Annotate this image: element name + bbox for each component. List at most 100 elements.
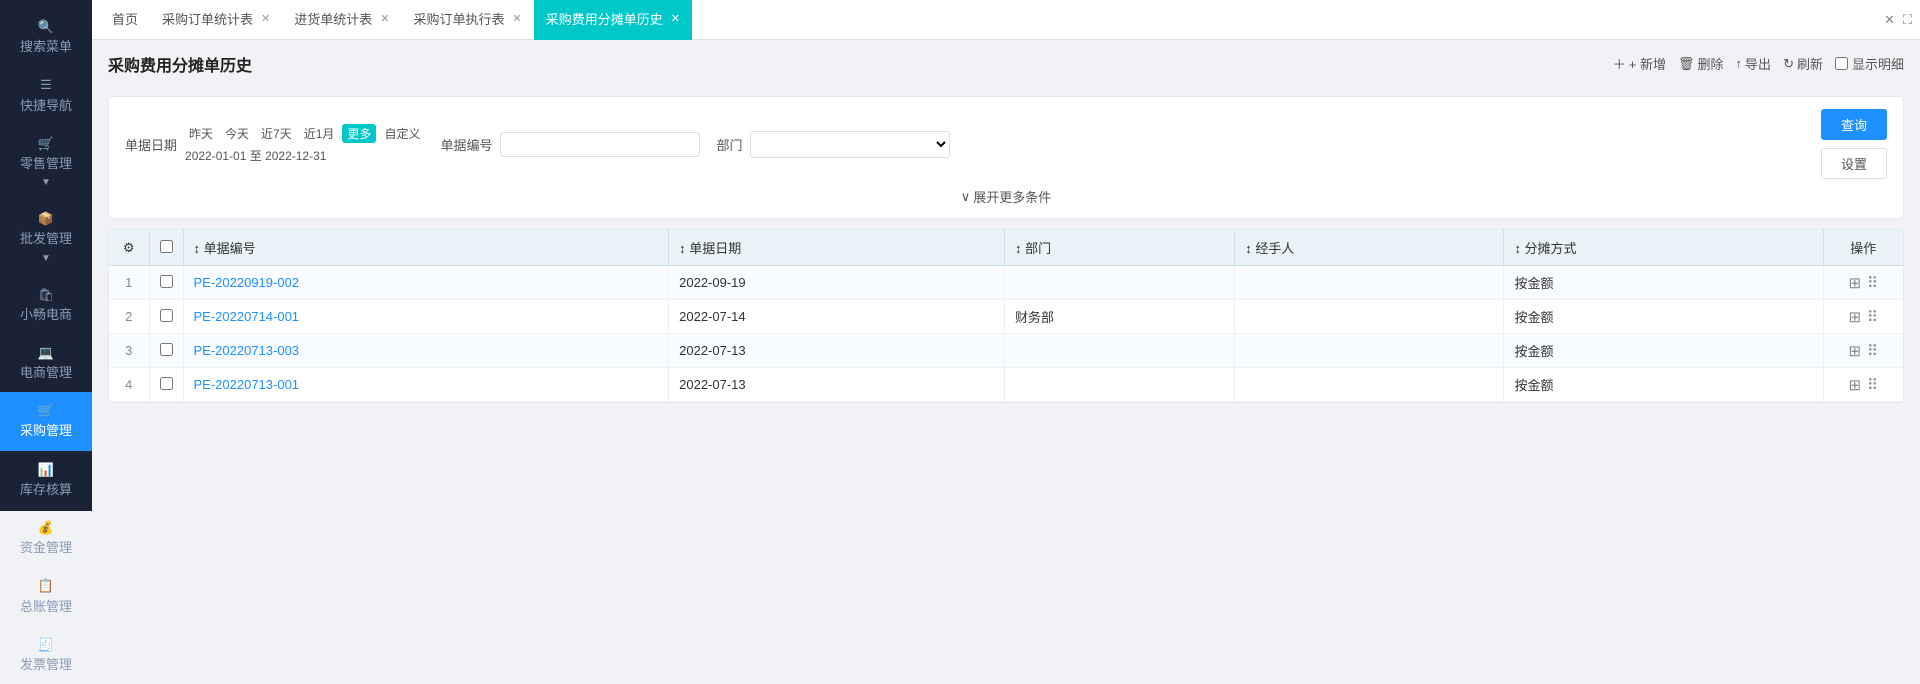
tab-actions: ✕ ⛶: [1884, 12, 1912, 28]
delete-button[interactable]: 🗑 删除: [1678, 54, 1724, 73]
refresh-button[interactable]: ↻ 刷新: [1783, 54, 1823, 73]
sidebar-item-ecom2[interactable]: 💻 电商管理: [0, 334, 92, 392]
date-range-text: 2022-01-01 至 2022-12-31: [185, 147, 424, 164]
row-4-dept: [1004, 368, 1234, 402]
row-2-view-icon[interactable]: ⊞: [1848, 308, 1861, 326]
sidebar-item-ledger-label: 总账管理: [4, 598, 88, 616]
row-4-view-icon[interactable]: ⊞: [1848, 376, 1861, 394]
date-field: 单据日期 昨天 今天 近7天 近1月 更多 自定义 2022-01-01 至 2…: [125, 124, 424, 164]
row-2-select[interactable]: [160, 309, 173, 322]
row-3-method: 按金额: [1504, 334, 1823, 368]
search-panel: 单据日期 昨天 今天 近7天 近1月 更多 自定义 2022-01-01 至 2…: [108, 96, 1904, 219]
tab-inbound-stats[interactable]: 进货单统计表 ✕: [282, 0, 401, 40]
ecom2-icon: 💻: [38, 345, 54, 360]
sidebar-item-inventory-label: 库存核算: [4, 481, 88, 499]
finance-icon: 💰: [38, 520, 54, 535]
chevron-down-icon: ▼: [41, 177, 51, 188]
table-row: 2 PE-20220714-001 2022-07-14 财务部 按金额 ⊞ ⠿: [109, 300, 1903, 334]
wholesale-icon: 📦: [38, 211, 54, 226]
sidebar-item-ledger[interactable]: 📋 总账管理: [0, 567, 92, 625]
tab-cost-split-history[interactable]: 采购费用分摊单历史 ✕: [534, 0, 692, 40]
content-inner: 采购费用分摊单历史 ＋ + 新增 🗑 删除 ↑ 导出 ↻: [92, 40, 1920, 511]
tab-home-label: 首页: [112, 9, 138, 28]
date-option-7days[interactable]: 近7天: [257, 124, 296, 143]
export-button[interactable]: ↑ 导出: [1736, 54, 1772, 73]
setting-button[interactable]: 设置: [1821, 148, 1887, 179]
row-3-dept: [1004, 334, 1234, 368]
data-table: ⚙ ↕ 单据编号 ↕ 单据日期 ↕ 部门 ↕ 经手人 ↕ 分摊方式 操作 1: [109, 230, 1903, 402]
add-button[interactable]: ＋ + 新增: [1613, 54, 1666, 73]
delete-label: 删除: [1698, 54, 1724, 73]
tab-purchase-exec[interactable]: 采购订单执行表 ✕: [401, 0, 533, 40]
tab-inbound-stats-close[interactable]: ✕: [380, 12, 389, 25]
tab-purchase-stats[interactable]: 采购订单统计表 ✕: [150, 0, 282, 40]
row-1-view-icon[interactable]: ⊞: [1848, 274, 1861, 292]
refresh-icon: ↻: [1783, 56, 1794, 72]
row-1-more-icon[interactable]: ⠿: [1867, 274, 1878, 292]
row-1-order-link[interactable]: PE-20220919-002: [194, 275, 300, 290]
show-cols-checkbox[interactable]: 显示明细: [1835, 54, 1904, 73]
sidebar-item-ecom1-label: 小畅电商: [4, 306, 88, 324]
row-1-handler: [1235, 266, 1504, 300]
dept-field: 部门 财务部: [716, 131, 950, 158]
row-2-order-link[interactable]: PE-20220714-001: [194, 309, 300, 324]
show-cols-input[interactable]: [1835, 57, 1848, 70]
date-option-1month[interactable]: 近1月: [300, 124, 339, 143]
sidebar-item-ecom1[interactable]: 🛍 小畅电商: [0, 276, 92, 334]
tab-restore-btn[interactable]: ⛶: [1903, 12, 1912, 28]
date-option-more[interactable]: 更多: [342, 124, 376, 143]
expand-more-btn[interactable]: ∨ 展开更多条件: [961, 187, 1052, 206]
dept-select[interactable]: 财务部: [750, 131, 950, 158]
sidebar-item-finance[interactable]: 💰 资金管理: [0, 509, 92, 567]
sidebar-item-wholesale[interactable]: 📦 批发管理 ▼: [0, 200, 92, 275]
row-4-action-icons: ⊞ ⠿: [1834, 376, 1894, 394]
row-1-select[interactable]: [160, 275, 173, 288]
sidebar-item-ecom2-label: 电商管理: [4, 364, 88, 382]
invoice-icon: 🧾: [38, 637, 54, 652]
sidebar-item-invoice[interactable]: 🧾 发票管理: [0, 626, 92, 684]
sidebar-item-inventory[interactable]: 📊 库存核算: [0, 451, 92, 509]
row-4-action: ⊞ ⠿: [1823, 368, 1903, 402]
add-label: + 新增: [1629, 54, 1666, 73]
tab-purchase-stats-close[interactable]: ✕: [261, 12, 270, 25]
date-option-today[interactable]: 今天: [221, 124, 253, 143]
sidebar-item-retail[interactable]: 🛒 零售管理 ▼: [0, 125, 92, 200]
sidebar-item-purchase-label: 采购管理: [4, 422, 88, 440]
row-3-order-link[interactable]: PE-20220713-003: [194, 343, 300, 358]
row-2-action: ⊞ ⠿: [1823, 300, 1903, 334]
row-3-view-icon[interactable]: ⊞: [1848, 342, 1861, 360]
date-option-yesterday[interactable]: 昨天: [185, 124, 217, 143]
order-no-field: 单据编号: [440, 132, 700, 157]
search-row: 单据日期 昨天 今天 近7天 近1月 更多 自定义 2022-01-01 至 2…: [125, 109, 1887, 179]
row-3-checkbox: [149, 334, 183, 368]
search-buttons: 查询 设置: [1821, 109, 1887, 179]
date-field-group: 昨天 今天 近7天 近1月 更多 自定义 2022-01-01 至 2022-1…: [185, 124, 424, 164]
export-icon: ↑: [1736, 56, 1743, 71]
table-header-gear[interactable]: ⚙: [109, 230, 149, 266]
row-4-more-icon[interactable]: ⠿: [1867, 376, 1878, 394]
export-label: 导出: [1745, 54, 1771, 73]
tab-close-btn[interactable]: ✕: [1884, 12, 1895, 28]
sidebar-item-nav[interactable]: ☰ 快捷导航: [0, 66, 92, 124]
tab-purchase-exec-close[interactable]: ✕: [513, 12, 522, 25]
row-2-more-icon[interactable]: ⠿: [1867, 308, 1878, 326]
sidebar-item-search[interactable]: 🔍 搜索菜单: [0, 8, 92, 66]
row-3-action: ⊞ ⠿: [1823, 334, 1903, 368]
row-1-checkbox: [149, 266, 183, 300]
row-4-order-link[interactable]: PE-20220713-001: [194, 377, 300, 392]
sidebar-item-purchase[interactable]: 🛒 采购管理: [0, 392, 92, 450]
tab-cost-split-history-close[interactable]: ✕: [671, 12, 680, 25]
search-button[interactable]: 查询: [1821, 109, 1887, 140]
row-1-method: 按金额: [1504, 266, 1823, 300]
row-4-method: 按金额: [1504, 368, 1823, 402]
order-no-input[interactable]: [500, 132, 700, 157]
table-row: 1 PE-20220919-002 2022-09-19 按金额 ⊞ ⠿: [109, 266, 1903, 300]
row-1-num: 1: [109, 266, 149, 300]
row-4-select[interactable]: [160, 377, 173, 390]
row-3-more-icon[interactable]: ⠿: [1867, 342, 1878, 360]
select-all-checkbox[interactable]: [160, 240, 173, 253]
expand-more-row: ∨ 展开更多条件: [125, 187, 1887, 206]
row-3-select[interactable]: [160, 343, 173, 356]
tab-home[interactable]: 首页: [100, 0, 150, 40]
date-option-custom[interactable]: 自定义: [380, 124, 424, 143]
